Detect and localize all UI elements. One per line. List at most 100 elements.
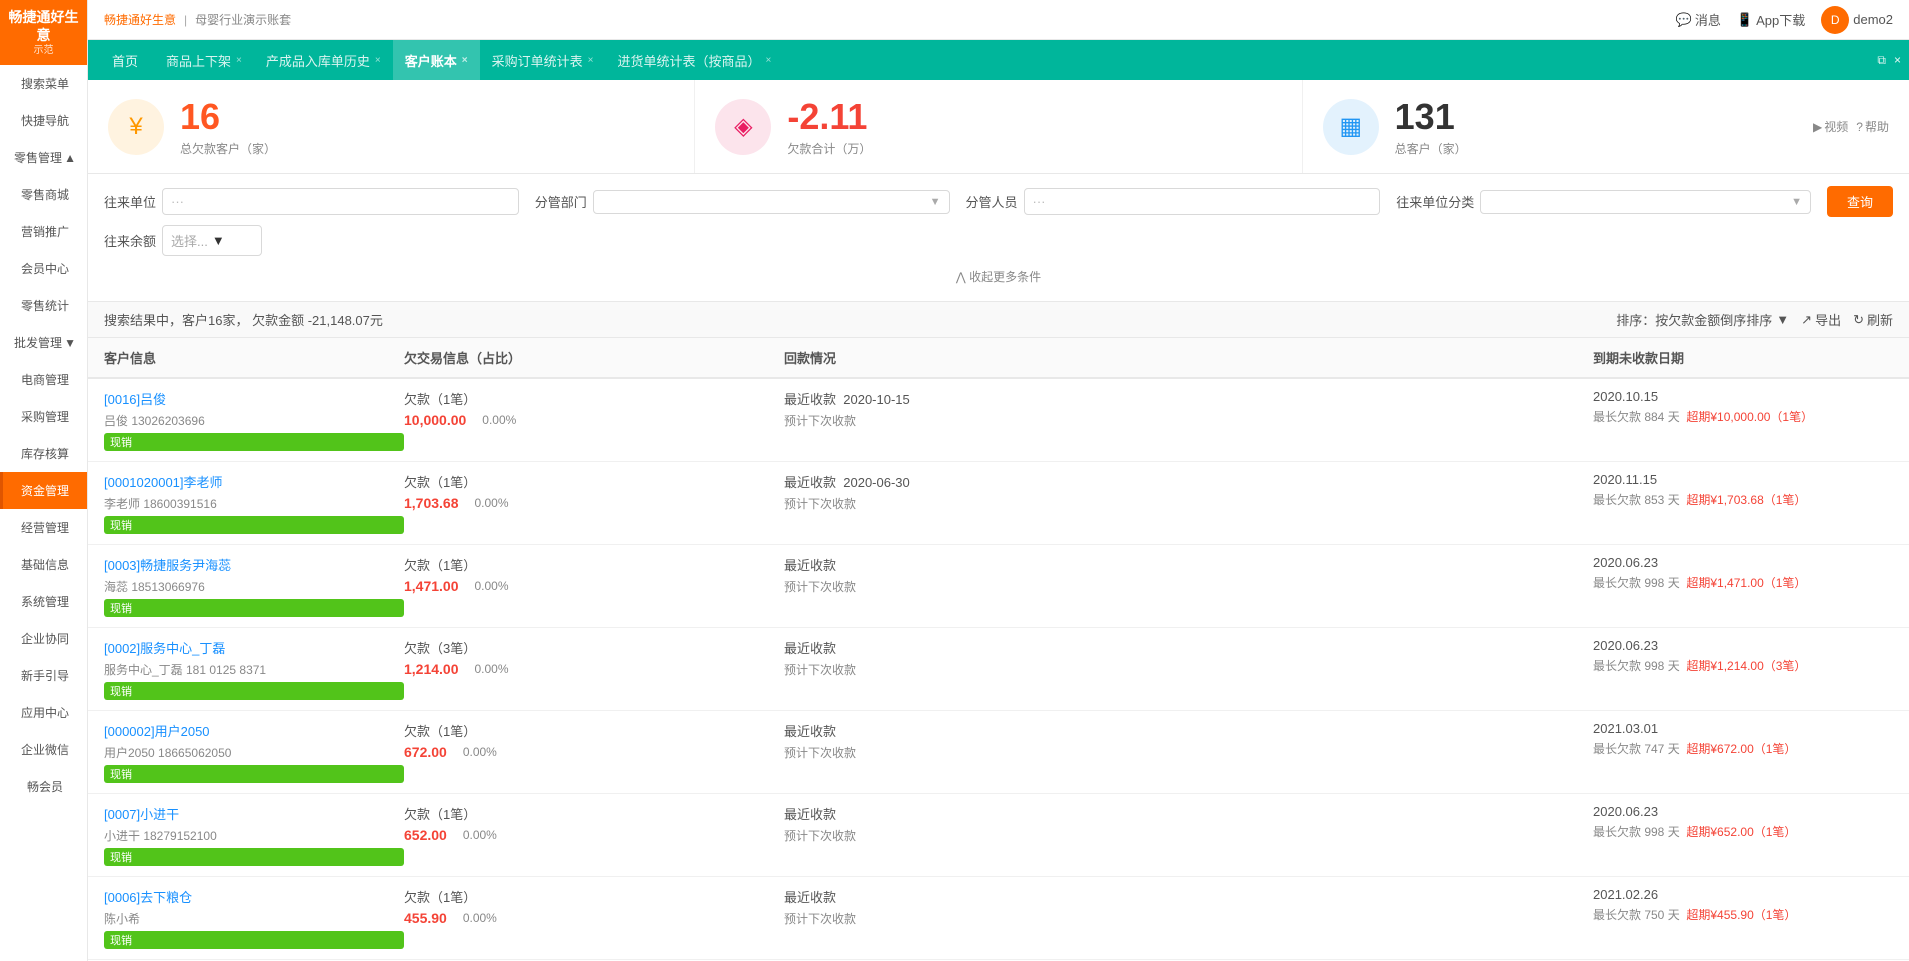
header-right: 💬 消息 📱 App下载 D demo2 — [1676, 6, 1893, 34]
customer-name-0[interactable]: [0016]吕俊 — [104, 389, 404, 408]
debt-ratio-0: 0.00% — [482, 413, 516, 427]
sidebar-item-operations[interactable]: 经营管理 — [0, 509, 87, 546]
sidebar-item-new-guide[interactable]: 新手引导 — [0, 657, 87, 694]
sidebar-item-batch-mgmt[interactable]: 批发管理 ▼ — [0, 324, 87, 361]
sidebar-item-ecommerce[interactable]: 电商管理 — [0, 361, 87, 398]
sidebar-item-enterprise-collab[interactable]: 企业协同 — [0, 620, 87, 657]
debt-amount-0[interactable]: 10,000.00 — [404, 412, 466, 428]
overdue-link-6[interactable]: 超期¥455.90（1笔） — [1686, 908, 1796, 922]
recovery-date-5: 最近收款 — [784, 804, 1593, 823]
sidebar-item-app-center[interactable]: 应用中心 — [0, 694, 87, 731]
query-button[interactable]: 查询 — [1827, 186, 1893, 217]
filter-unit-category-select[interactable]: ▼ — [1480, 190, 1811, 214]
due-info-3: 2020.06.23 最长欠款 998 天 超期¥1,214.00（3笔） — [1593, 638, 1893, 674]
overdue-link-5[interactable]: 超期¥652.00（1笔） — [1686, 825, 1796, 839]
sidebar-item-basic-info[interactable]: 基础信息 — [0, 546, 87, 583]
tab-goods-off[interactable]: 商品上下架 × — [154, 40, 254, 80]
close-all-btn[interactable]: × — [1894, 53, 1901, 68]
due-overdue-2: 最长欠款 998 天 超期¥1,471.00（1笔） — [1593, 574, 1893, 591]
due-info-4: 2021.03.01 最长欠款 747 天 超期¥672.00（1笔） — [1593, 721, 1893, 757]
sidebar-item-quick-nav[interactable]: 快捷导航 — [0, 102, 87, 139]
debt-amount-3[interactable]: 1,214.00 — [404, 661, 459, 677]
overdue-link-0[interactable]: 超期¥10,000.00（1笔） — [1686, 410, 1813, 424]
customer-info-3: [0002]服务中心_丁磊 服务中心_丁磊 181 0125 8371 现销 — [104, 638, 404, 700]
customer-name-2[interactable]: [0003]畅捷服务尹海蕊 — [104, 555, 404, 574]
debt-amount-1[interactable]: 1,703.68 — [404, 495, 459, 511]
sidebar-item-retail-stats[interactable]: 零售统计 — [0, 287, 87, 324]
customer-name-6[interactable]: [0006]去下粮仓 — [104, 887, 404, 906]
debt-amount-6[interactable]: 455.90 — [404, 910, 447, 926]
tab-home[interactable]: 首页 — [96, 40, 154, 80]
sidebar-item-search-menu[interactable]: 搜索菜单 — [0, 65, 87, 102]
filter-dept-select[interactable]: ▼ — [593, 190, 950, 214]
sort-select[interactable]: 排序：按欠款金额倒序排序 ▼ — [1616, 310, 1789, 329]
video-btn[interactable]: ▶ 视频 — [1813, 118, 1848, 135]
debt-row-1: 1,703.68 0.00% — [404, 495, 784, 511]
filter-balance: 往来余额 选择... ▼ — [104, 225, 344, 256]
debt-count-1: 欠款（1笔） — [404, 472, 784, 491]
debt-amount-5[interactable]: 652.00 — [404, 827, 447, 843]
tab-purchase-stats[interactable]: 进货单统计表（按商品） × — [605, 40, 783, 80]
due-overdue-3: 最长欠款 998 天 超期¥1,214.00（3笔） — [1593, 657, 1893, 674]
help-btn[interactable]: ? 帮助 — [1856, 118, 1889, 135]
customer-name-5[interactable]: [0007]小进干 — [104, 804, 404, 823]
sidebar-item-member-plus[interactable]: 畅会员 — [0, 768, 87, 805]
customer-tag-6: 现销 — [104, 931, 404, 949]
recovery-info-1: 最近收款 2020-06-30 预计下次收款 — [784, 472, 1593, 512]
filter-balance-label: 往来余额 — [104, 231, 156, 250]
sidebar-item-marketing[interactable]: 营销推广 — [0, 213, 87, 250]
sidebar-item-retail-mgmt[interactable]: 零售管理 ▲ — [0, 139, 87, 176]
filter-manager-label: 分管人员 — [966, 192, 1018, 211]
overdue-link-4[interactable]: 超期¥672.00（1笔） — [1686, 742, 1796, 756]
overdue-link-1[interactable]: 超期¥1,703.68（1笔） — [1686, 493, 1806, 507]
tab-production-history[interactable]: 产成品入库单历史 × — [254, 40, 393, 80]
restore-btn[interactable]: ⧉ — [1877, 53, 1886, 68]
filter-from-unit-input[interactable]: ··· — [162, 188, 519, 215]
customer-name-3[interactable]: [0002]服务中心_丁磊 — [104, 638, 404, 657]
debt-ratio-4: 0.00% — [463, 745, 497, 759]
collapse-btn[interactable]: ⋀ 收起更多条件 — [104, 264, 1893, 289]
sidebar-item-purchase-mgmt[interactable]: 采购管理 — [0, 398, 87, 435]
filter-manager-input[interactable]: ··· — [1024, 188, 1381, 215]
overdue-link-3[interactable]: 超期¥1,214.00（3笔） — [1686, 659, 1806, 673]
recovery-next-0: 预计下次收款 — [784, 412, 1593, 429]
brand-logo[interactable]: 畅捷通好生意 示范 — [0, 0, 87, 65]
tabs-container: 商品上下架 × 产成品入库单历史 × 客户账本 × 采购订单统计表 × 进货单统… — [154, 40, 1877, 80]
refresh-btn[interactable]: ↻ 刷新 — [1853, 310, 1893, 329]
close-purchase-order-icon[interactable]: × — [588, 55, 594, 66]
close-goods-off-icon[interactable]: × — [236, 55, 242, 66]
user-avatar[interactable]: D demo2 — [1821, 6, 1893, 34]
refresh-icon: ↻ — [1853, 312, 1864, 328]
customer-info-4: [000002]用户2050 用户2050 18665062050 现销 — [104, 721, 404, 783]
debt-amount-4[interactable]: 672.00 — [404, 744, 447, 760]
tab-customer-account[interactable]: 客户账本 × — [393, 40, 480, 80]
debt-amount-2[interactable]: 1,471.00 — [404, 578, 459, 594]
sidebar-item-enterprise-wechat[interactable]: 企业微信 — [0, 731, 87, 768]
filter-dept: 分管部门 ▼ — [535, 190, 950, 214]
sidebar-item-member-center[interactable]: 会员中心 — [0, 250, 87, 287]
sidebar-item-system-mgmt[interactable]: 系统管理 — [0, 583, 87, 620]
tab-purchase-order[interactable]: 采购订单统计表 × — [480, 40, 606, 80]
summary-card-3-actions: ▶ 视频 ? 帮助 — [1813, 118, 1889, 135]
debt-count-5: 欠款（1笔） — [404, 804, 784, 823]
close-customer-account-icon[interactable]: × — [462, 55, 468, 66]
sidebar-item-inventory[interactable]: 库存核算 — [0, 435, 87, 472]
due-info-2: 2020.06.23 最长欠款 998 天 超期¥1,471.00（1笔） — [1593, 555, 1893, 591]
customer-name-4[interactable]: [000002]用户2050 — [104, 721, 404, 740]
recovery-next-5: 预计下次收款 — [784, 827, 1593, 844]
export-btn[interactable]: ↗ 导出 — [1801, 310, 1841, 329]
table-container: 客户信息 欠交易信息（占比） 回款情况 到期未收款日期 [0016]吕俊 吕俊 … — [88, 338, 1909, 961]
app-download-btn[interactable]: 📱 App下载 — [1737, 10, 1805, 29]
close-purchase-stats-icon[interactable]: × — [765, 55, 771, 66]
balance-select-arrow-icon: ▼ — [212, 233, 225, 248]
due-info-5: 2020.06.23 最长欠款 998 天 超期¥652.00（1笔） — [1593, 804, 1893, 840]
sidebar-item-retail-mall[interactable]: 零售商城 — [0, 176, 87, 213]
message-btn[interactable]: 💬 消息 — [1676, 10, 1721, 29]
sidebar-item-capital-mgmt[interactable]: 资金管理 — [0, 472, 87, 509]
overdue-link-2[interactable]: 超期¥1,471.00（1笔） — [1686, 576, 1806, 590]
customer-name-1[interactable]: [0001020001]李老师 — [104, 472, 404, 491]
due-date-0: 2020.10.15 — [1593, 389, 1893, 404]
close-production-history-icon[interactable]: × — [375, 55, 381, 66]
filter-balance-select[interactable]: 选择... ▼ — [162, 225, 262, 256]
customer-phone-1: 李老师 18600391516 — [104, 495, 404, 512]
